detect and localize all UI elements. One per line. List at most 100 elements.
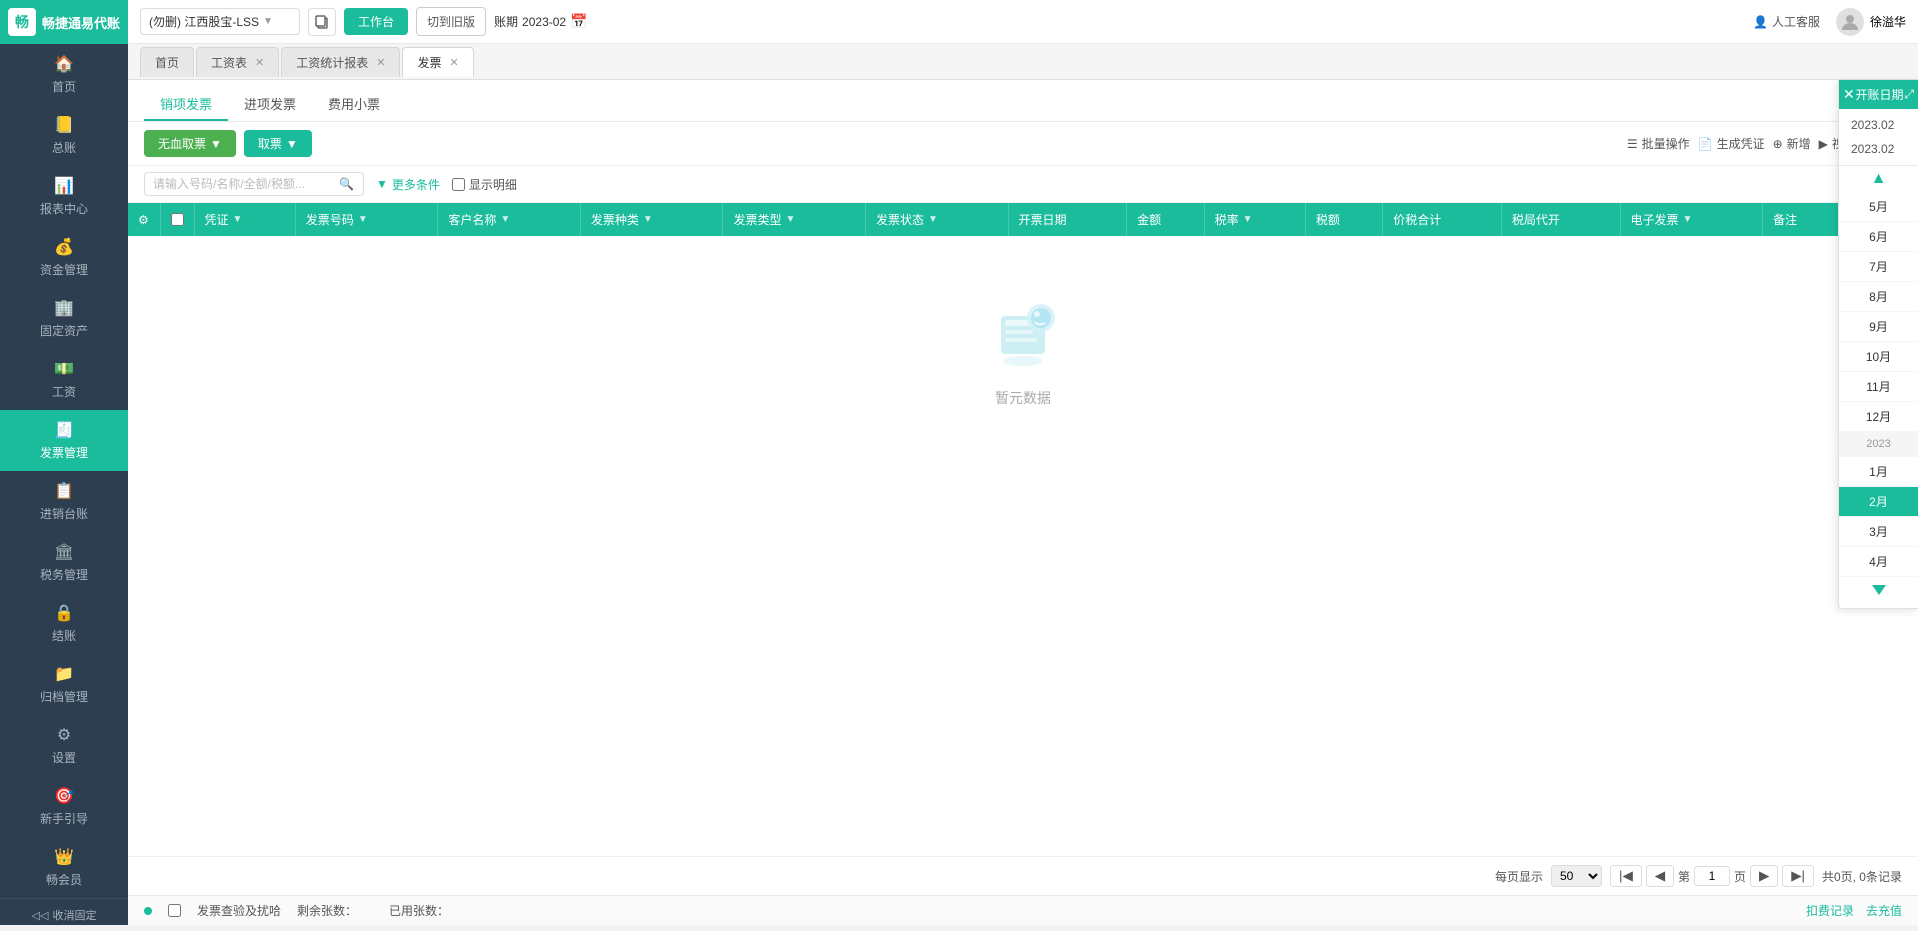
date-item-7[interactable]: 7月: [1839, 252, 1918, 282]
sidebar-item-tax[interactable]: 🏛 税务管理: [0, 532, 128, 593]
page-nav: |◀ ◀ 第 页 ▶ ▶|: [1610, 865, 1814, 887]
service-button[interactable]: 👤 人工客服: [1753, 13, 1820, 30]
sidebar-item-member[interactable]: 👑 畅会员: [0, 837, 128, 898]
filter-icon: ▼: [376, 177, 388, 191]
select-all-checkbox[interactable]: [171, 213, 184, 226]
date-panel-expand-btn[interactable]: ⤢: [1904, 87, 1914, 102]
date-item-12[interactable]: 12月: [1839, 402, 1918, 432]
customer-filter-icon[interactable]: ▼: [500, 214, 510, 225]
sidebar-item-home[interactable]: 🏠 首页: [0, 44, 128, 105]
calendar-icon[interactable]: 📅: [570, 13, 587, 30]
verify-checkbox[interactable]: [168, 904, 181, 917]
page-size-select[interactable]: 50 10 20 100: [1551, 865, 1602, 887]
generate-voucher-btn[interactable]: 📄 生成凭证: [1698, 135, 1765, 152]
date-item-9[interactable]: 9月: [1839, 312, 1918, 342]
show-detail-input[interactable]: [452, 178, 465, 191]
sub-tab-sales[interactable]: 销项发票: [144, 88, 228, 121]
th-invoice-type: 发票种类▼: [580, 203, 723, 236]
sidebar-label-tax: 税务管理: [40, 566, 88, 583]
prev-page-btn[interactable]: ◀: [1646, 865, 1674, 887]
tab-home[interactable]: 首页: [140, 47, 194, 77]
new-btn[interactable]: ⊕ 新增: [1773, 135, 1811, 152]
date-panel-close-btn[interactable]: ✕: [1843, 86, 1855, 103]
invoice-type-filter-icon[interactable]: ▼: [643, 214, 653, 225]
no-tax-btn[interactable]: 无血取票 ▼: [144, 130, 236, 157]
date-panel-scroll: 5月 6月 7月 8月 9月 10月 11月 12月 2023 1月 2月 3月…: [1839, 192, 1918, 577]
tab-salary-stats[interactable]: 工资统计报表 ✕: [281, 47, 400, 77]
date-item-10[interactable]: 10月: [1839, 342, 1918, 372]
tab-invoice[interactable]: 发票 ✕: [402, 47, 473, 77]
page-input[interactable]: [1694, 866, 1730, 886]
sidebar-item-sales[interactable]: 📋 进销台账: [0, 471, 128, 532]
get-ticket-arrow: ▼: [286, 137, 298, 151]
tab-close-invoice[interactable]: ✕: [450, 56, 459, 69]
copy-button[interactable]: [308, 8, 336, 36]
date-item-5[interactable]: 5月: [1839, 192, 1918, 222]
search-field[interactable]: 🔍: [144, 172, 364, 196]
user-info[interactable]: 徐溢华: [1836, 8, 1906, 36]
recharge-link[interactable]: 去充值: [1866, 902, 1902, 919]
fee-records-link[interactable]: 扣费记录: [1806, 902, 1854, 919]
invoice-status-filter-icon[interactable]: ▼: [928, 214, 938, 225]
voucher-filter-icon[interactable]: ▼: [233, 214, 243, 225]
sidebar-item-invoice[interactable]: 🧾 发票管理: [0, 410, 128, 471]
e-invoice-filter-icon[interactable]: ▼: [1683, 214, 1693, 225]
search-input[interactable]: [153, 177, 333, 191]
invoice-no-filter-icon[interactable]: ▼: [358, 214, 368, 225]
scroll-up-btn[interactable]: ▲: [1839, 166, 1918, 192]
sidebar-item-ledger[interactable]: 📒 总账: [0, 105, 128, 166]
sidebar-collapse-btn[interactable]: ◁◁ 收消固定: [0, 899, 128, 931]
th-invoice-no: 发票号码▼: [295, 203, 438, 236]
old-version-button[interactable]: 切到旧版: [416, 7, 486, 36]
last-page-btn[interactable]: ▶|: [1782, 865, 1814, 887]
sidebar-item-reports[interactable]: 📊 报表中心: [0, 166, 128, 227]
sidebar-item-guide[interactable]: 🎯 新手引导: [0, 776, 128, 837]
batch-ops-btn[interactable]: ☰ 批量操作: [1627, 135, 1690, 152]
th-e-invoice: 电子发票▼: [1620, 203, 1763, 236]
sidebar-item-assets[interactable]: 🏢 固定资产: [0, 288, 128, 349]
sidebar-item-settings[interactable]: ⚙ 设置: [0, 715, 128, 776]
get-ticket-btn[interactable]: 取票 ▼: [244, 130, 312, 157]
sidebar-item-closing[interactable]: 🔒 结账: [0, 593, 128, 654]
date-item-6[interactable]: 6月: [1839, 222, 1918, 252]
scroll-down-btn[interactable]: [1839, 577, 1918, 608]
sub-tab-purchase[interactable]: 进项发票: [228, 88, 312, 121]
th-settings[interactable]: ⚙: [128, 203, 160, 236]
tax-rate-filter-icon[interactable]: ▼: [1243, 214, 1253, 225]
th-amount-label: 金额: [1137, 211, 1161, 228]
th-tax-rate-label: 税率: [1215, 211, 1239, 228]
invoice-icon: 🧾: [54, 420, 74, 440]
period-info: 账期 2023-02 📅: [494, 13, 588, 30]
company-dropdown-arrow: ▼: [263, 16, 273, 27]
date-top-item-2[interactable]: 2023.02: [1839, 137, 1918, 161]
sidebar-logo: 畅 畅捷通易代账: [0, 0, 128, 44]
sub-tab-expense[interactable]: 费用小票: [312, 88, 396, 121]
sidebar: 畅 畅捷通易代账 🏠 首页 📒 总账 📊 报表中心 💰 资金管理 🏢 固定资产 …: [0, 0, 128, 925]
tab-salary-table[interactable]: 工资表 ✕: [196, 47, 279, 77]
date-item-11[interactable]: 11月: [1839, 372, 1918, 402]
sidebar-item-salary[interactable]: 💵 工资: [0, 349, 128, 410]
date-top-item-1[interactable]: 2023.02: [1839, 113, 1918, 137]
date-item-1[interactable]: 1月: [1839, 457, 1918, 487]
first-page-btn[interactable]: |◀: [1610, 865, 1642, 887]
sidebar-item-funds[interactable]: 💰 资金管理: [0, 227, 128, 288]
sidebar-bottom: ◁◁ 收消固定: [0, 898, 128, 931]
content-area: 销项发票 进项发票 费用小票 无血取票 ▼ 取票 ▼: [128, 80, 1918, 925]
sidebar-item-archive[interactable]: 📁 归档管理: [0, 654, 128, 715]
date-item-2-active[interactable]: 2月: [1839, 487, 1918, 517]
company-selector[interactable]: (勿删) 江西股宝-LSS ▼: [140, 8, 300, 35]
invoice-category-filter-icon[interactable]: ▼: [785, 214, 795, 225]
tab-close-salary[interactable]: ✕: [255, 56, 264, 69]
date-item-8[interactable]: 8月: [1839, 282, 1918, 312]
th-checkbox[interactable]: [160, 203, 194, 236]
tab-close-stats[interactable]: ✕: [376, 56, 385, 69]
sales-icon: 📋: [54, 481, 74, 501]
next-page-btn[interactable]: ▶: [1750, 865, 1778, 887]
workbench-button[interactable]: 工作台: [344, 8, 408, 35]
date-item-3[interactable]: 3月: [1839, 517, 1918, 547]
show-detail-checkbox[interactable]: 显示明细: [452, 176, 517, 193]
date-item-4[interactable]: 4月: [1839, 547, 1918, 577]
more-conditions-btn[interactable]: ▼ 更多条件: [376, 176, 440, 193]
page-size-label: 每页显示: [1495, 868, 1543, 885]
sidebar-label-archive: 归档管理: [40, 688, 88, 705]
